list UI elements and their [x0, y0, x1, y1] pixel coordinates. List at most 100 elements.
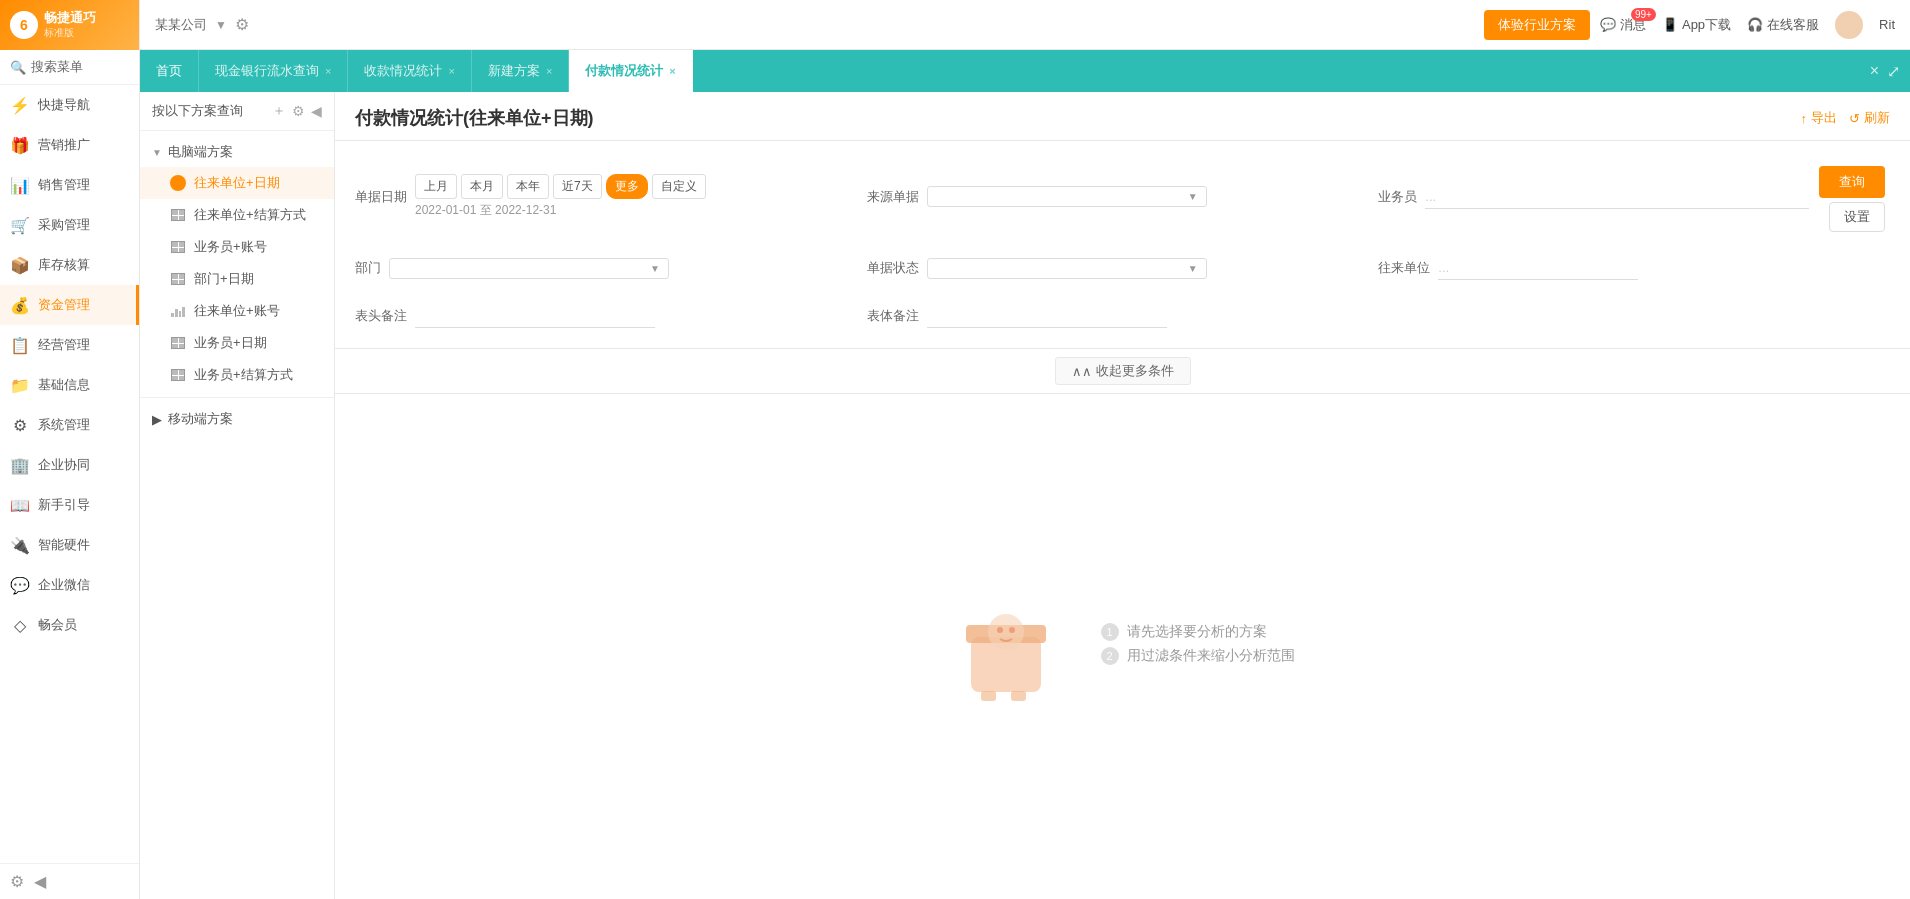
body-note-input[interactable]: [927, 304, 1167, 328]
tab-bank[interactable]: 现金银行流水查询 ×: [199, 50, 348, 92]
sidebar-item-quick-nav[interactable]: ⚡ 快捷导航: [0, 85, 139, 125]
partner-date-icon: [170, 175, 186, 191]
tab-receivable-close-icon[interactable]: ×: [448, 65, 454, 77]
collapse-bar: ∧∧ 收起更多条件: [335, 349, 1910, 394]
scheme-staff-date-label: 业务员+日期: [194, 334, 267, 352]
filter-date-content: 上月 本月 本年 近7天 更多 自定义 2022-01-01 至 2022-12…: [415, 174, 867, 219]
tab-new-scheme-close-icon[interactable]: ×: [546, 65, 552, 77]
service-icon: 🎧: [1747, 17, 1763, 32]
sidebar-item-member[interactable]: ◇ 畅会员: [0, 605, 139, 645]
tab-bank-close-icon[interactable]: ×: [325, 65, 331, 77]
collapse-sidebar-icon[interactable]: ◀: [34, 872, 46, 891]
quick-nav-icon: ⚡: [10, 95, 30, 115]
date-btn-last-month[interactable]: 上月: [415, 174, 457, 199]
status-select[interactable]: ▼: [927, 258, 1207, 279]
search-icon: 🔍: [10, 60, 26, 75]
app-download-button[interactable]: 📱 App下载: [1662, 16, 1731, 34]
refresh-button[interactable]: ↺ 刷新: [1849, 109, 1890, 127]
date-btn-custom[interactable]: 自定义: [652, 174, 706, 199]
sidebar-item-enterprise[interactable]: 🏢 企业协同: [0, 445, 139, 485]
trial-button[interactable]: 体验行业方案: [1484, 10, 1590, 40]
tab-expand-icon[interactable]: ⤢: [1887, 62, 1900, 81]
sidebar-item-purchase[interactable]: 🛒 采购管理: [0, 205, 139, 245]
sidebar-label: 基础信息: [38, 376, 90, 394]
staff-input-placeholder[interactable]: ...: [1425, 185, 1809, 209]
app-label: App下载: [1682, 16, 1731, 34]
empty-tip-1: 1 请先选择要分析的方案: [1101, 623, 1295, 641]
empty-tip-2-label: 用过滤条件来缩小分析范围: [1127, 647, 1295, 665]
company-chevron-icon[interactable]: ▼: [215, 18, 227, 32]
tab-new-scheme[interactable]: 新建方案 ×: [472, 50, 569, 92]
header-note-input[interactable]: [415, 304, 655, 328]
refresh-icon: ↺: [1849, 111, 1860, 126]
sidebar-item-wechat[interactable]: 💬 企业微信: [0, 565, 139, 605]
settings-bottom-icon[interactable]: ⚙: [10, 872, 24, 891]
tab-payment[interactable]: 付款情况统计 ×: [569, 50, 692, 92]
sidebar-header: 6 畅捷通巧 标准版: [0, 0, 139, 50]
tab-receivable[interactable]: 收款情况统计 ×: [348, 50, 471, 92]
filter-source-content: ▼: [927, 186, 1379, 207]
user-avatar[interactable]: [1835, 11, 1863, 39]
settings-button[interactable]: 设置: [1829, 202, 1885, 232]
right-content: 付款情况统计(往来单位+日期) ↑ 导出 ↺ 刷新: [335, 92, 1910, 899]
collapse-panel-icon[interactable]: ◀: [311, 103, 322, 119]
logo-icon: 6: [10, 11, 38, 39]
collapse-button[interactable]: ∧∧ 收起更多条件: [1055, 357, 1191, 385]
scheme-dept-date[interactable]: 部门+日期: [140, 263, 334, 295]
date-btn-this-year[interactable]: 本年: [507, 174, 549, 199]
sidebar-item-system[interactable]: ⚙ 系统管理: [0, 405, 139, 445]
sidebar-item-inventory[interactable]: 📦 库存核算: [0, 245, 139, 285]
scheme-staff-settle[interactable]: 业务员+结算方式: [140, 359, 334, 391]
scheme-staff-account[interactable]: 业务员+账号: [140, 231, 334, 263]
sidebar-item-hardware[interactable]: 🔌 智能硬件: [0, 525, 139, 565]
scheme-staff-date[interactable]: 业务员+日期: [140, 327, 334, 359]
desktop-group-header[interactable]: ▼ 电脑端方案: [140, 137, 334, 167]
scheme-partner-settle[interactable]: 往来单位+结算方式: [140, 199, 334, 231]
sidebar-item-marketing[interactable]: 🎁 营销推广: [0, 125, 139, 165]
sidebar-item-basic[interactable]: 📁 基础信息: [0, 365, 139, 405]
sidebar-item-guide[interactable]: 📖 新手引导: [0, 485, 139, 525]
partner-input-placeholder[interactable]: ...: [1438, 256, 1638, 280]
message-button[interactable]: 💬 消息 99+: [1600, 16, 1646, 34]
app-icon: 📱: [1662, 17, 1678, 32]
svg-rect-5: [981, 691, 996, 701]
collapse-chevron-icon: ∧∧: [1072, 364, 1092, 379]
date-btn-last-7days[interactable]: 近7天: [553, 174, 602, 199]
sidebar-item-finance[interactable]: 💰 资金管理: [0, 285, 139, 325]
query-button[interactable]: 查询: [1819, 166, 1885, 198]
filter-partner-cell: 往来单位 ...: [1378, 250, 1890, 286]
tab-home[interactable]: 首页: [140, 50, 199, 92]
company-name: 某某公司: [155, 16, 207, 34]
tab-close-all-icon[interactable]: ×: [1870, 62, 1879, 80]
message-icon: 💬: [1600, 17, 1616, 32]
dept-select[interactable]: ▼: [389, 258, 669, 279]
scheme-settings-icon[interactable]: ⚙: [292, 103, 305, 119]
left-panel: 按以下方案查询 ＋ ⚙ ◀ ▼ 电脑端方案 往来单位+日期: [140, 92, 335, 899]
scheme-partner-account-label: 往来单位+账号: [194, 302, 280, 320]
scheme-partner-date[interactable]: 往来单位+日期: [140, 167, 334, 199]
sidebar-label: 系统管理: [38, 416, 90, 434]
logo-sub: 标准版: [44, 26, 96, 40]
sidebar-item-operations[interactable]: 📋 经营管理: [0, 325, 139, 365]
filter-partner-content: ...: [1438, 256, 1890, 280]
export-button[interactable]: ↑ 导出: [1801, 109, 1838, 127]
query-scheme-label: 按以下方案查询: [152, 102, 243, 120]
add-scheme-icon[interactable]: ＋: [272, 102, 286, 120]
tab-payment-close-icon[interactable]: ×: [669, 65, 675, 77]
sidebar-item-sales[interactable]: 📊 销售管理: [0, 165, 139, 205]
date-btn-this-month[interactable]: 本月: [461, 174, 503, 199]
svg-point-4: [1009, 627, 1015, 633]
mobile-scheme-group: ▶ 移动端方案: [140, 397, 334, 440]
mobile-group-label: 移动端方案: [168, 410, 233, 428]
search-menu[interactable]: 🔍 搜索菜单: [0, 50, 139, 85]
left-panel-header: 按以下方案查询 ＋ ⚙ ◀: [140, 92, 334, 131]
staff-date-icon: [170, 335, 186, 351]
filter-row-3: 表头备注 表体备注: [355, 298, 1890, 334]
mobile-group-header[interactable]: ▶ 移动端方案: [140, 404, 334, 434]
date-btn-more[interactable]: 更多: [606, 174, 648, 199]
filter-row-1: 单据日期 上月 本月 本年 近7天 更多 自定义 2022-: [355, 155, 1890, 238]
topbar-gear-icon[interactable]: ⚙: [235, 15, 249, 34]
online-service-button[interactable]: 🎧 在线客服: [1747, 16, 1819, 34]
source-select[interactable]: ▼: [927, 186, 1207, 207]
scheme-partner-account[interactable]: 往来单位+账号: [140, 295, 334, 327]
